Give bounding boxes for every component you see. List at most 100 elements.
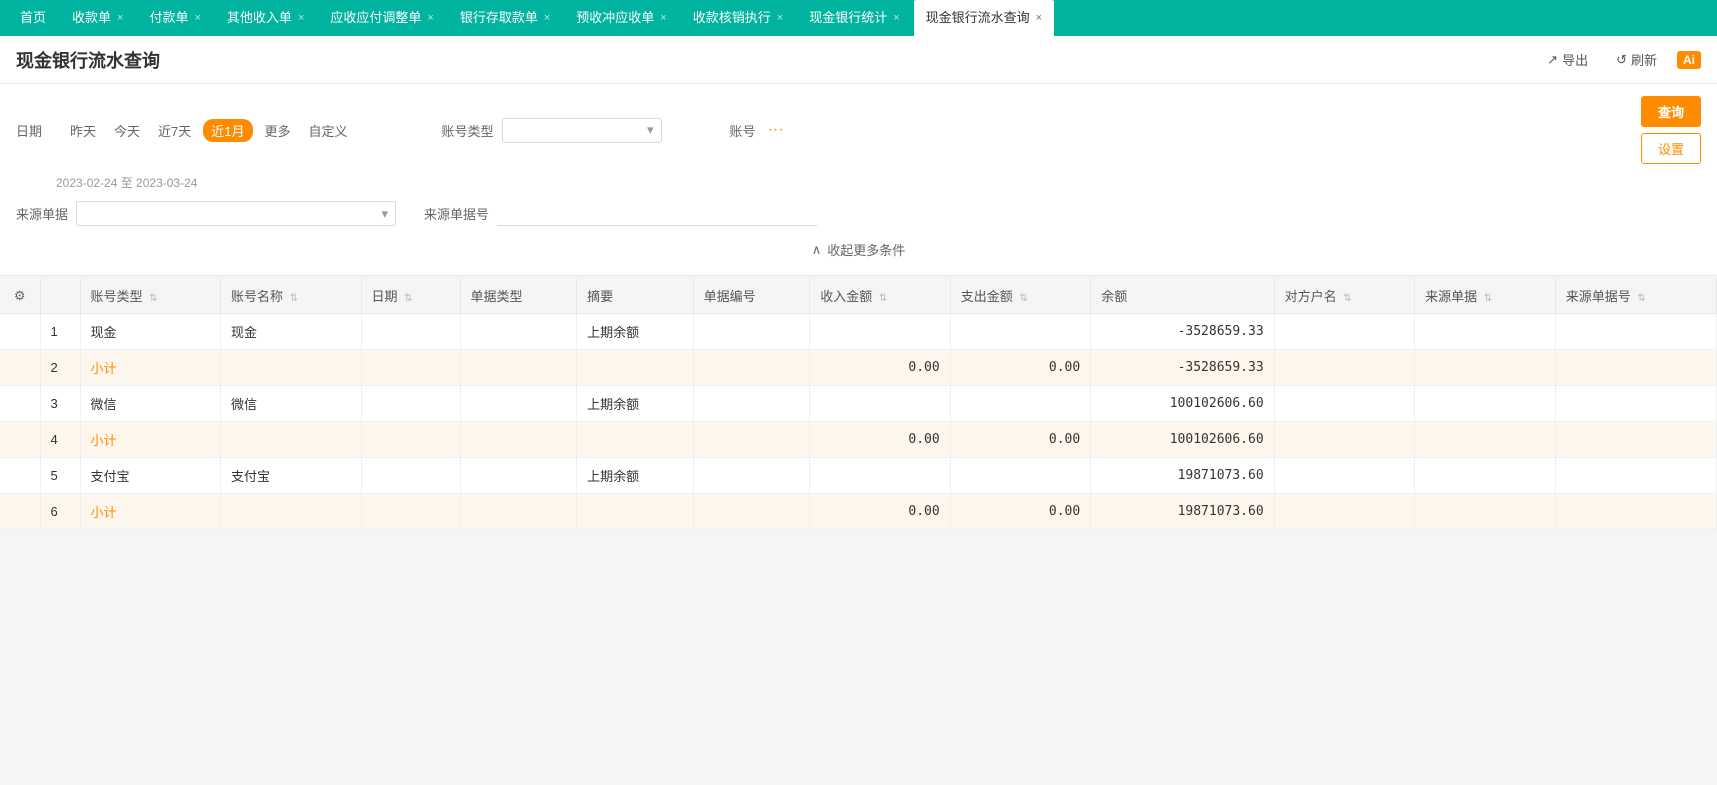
close-icon[interactable]: × [544,0,550,36]
close-icon[interactable]: × [660,0,666,36]
table-cell [950,314,1091,350]
th-balance: 余额 [1091,278,1274,314]
table-cell [460,386,577,422]
sort-icon[interactable]: ⇅ [1637,293,1645,304]
nav-tab-yinhang[interactable]: 银行存取款单 × [448,0,562,36]
account-no-label: 账号 [730,121,756,140]
table-cell [1274,494,1415,530]
table-cell [0,422,40,458]
table-cell: 上期余额 [577,458,694,494]
table-cell: 6 [40,494,80,530]
source-doc-select[interactable] [76,201,396,226]
table-cell [0,386,40,422]
table-cell [361,314,460,350]
th-source-doc-no: 来源单据号 ⇅ [1555,278,1716,314]
nav-tab-qitashouru[interactable]: 其他收入单 × [215,0,316,36]
table-cell [693,494,810,530]
table-cell [577,422,694,458]
nav-tab-yushou[interactable]: 预收冲应收单 × [564,0,678,36]
date-opt-7days[interactable]: 近7天 [152,119,197,142]
close-icon[interactable]: × [893,0,899,36]
date-range-text: 2023-02-24 至 2023-03-24 [56,176,197,190]
table-cell [460,494,577,530]
table-row[interactable]: 5支付宝支付宝上期余额19871073.60 [0,458,1717,494]
close-icon[interactable]: × [298,0,304,36]
table-cell: 上期余额 [577,314,694,350]
table-cell [0,458,40,494]
table-row[interactable]: 2小计0.000.00-3528659.33 [0,350,1717,386]
table-cell [693,422,810,458]
account-type-select[interactable] [502,118,662,143]
th-date: 日期 ⇅ [361,278,460,314]
setting-button[interactable]: 设置 [1641,133,1701,164]
table-row[interactable]: 6小计0.000.0019871073.60 [0,494,1717,530]
sort-icon[interactable]: ⇅ [879,293,887,304]
collapse-button[interactable]: ∧ 收起更多条件 [16,236,1701,263]
nav-tab-shoukuanhexiao[interactable]: 收款核销执行 × [681,0,795,36]
date-opt-today[interactable]: 今天 [108,119,146,142]
nav-home[interactable]: 首页 [8,0,58,36]
refresh-button[interactable]: ↺ 刷新 [1608,46,1665,73]
nav-tab-yingshouyingfu[interactable]: 应收应付调整单 × [318,0,445,36]
nav-tab-liushuichaxun[interactable]: 现金银行流水查询 × [914,0,1054,36]
th-doc-type: 单据类型 [460,278,577,314]
settings-icon[interactable]: ⚙ [14,288,26,303]
close-icon[interactable]: × [117,0,123,36]
sort-icon[interactable]: ⇅ [404,293,412,304]
table-cell [950,458,1091,494]
table-cell [1555,350,1716,386]
nav-tab-fukuan[interactable]: 付款单 × [137,0,212,36]
table-cell: 0.00 [810,350,951,386]
table-cell [1415,386,1556,422]
table-cell: 上期余额 [577,386,694,422]
table-cell [460,350,577,386]
account-type-label: 账号类型 [442,121,494,140]
sort-icon[interactable]: ⇅ [1343,293,1351,304]
table-cell: 100102606.60 [1091,386,1274,422]
account-no-dots[interactable]: ··· [764,121,788,139]
sort-icon[interactable]: ⇅ [290,293,298,304]
close-icon[interactable]: × [427,0,433,36]
table-cell: 小计 [80,422,221,458]
table-cell [460,314,577,350]
table-row[interactable]: 4小计0.000.00100102606.60 [0,422,1717,458]
table-cell: 现金 [80,314,221,350]
date-opt-custom[interactable]: 自定义 [303,119,354,142]
nav-tab-xianjintongji[interactable]: 现金银行统计 × [797,0,911,36]
table-cell [1555,386,1716,422]
close-icon[interactable]: × [1036,0,1042,36]
date-opt-1month[interactable]: 近1月 [203,119,252,142]
source-doc-no-input[interactable] [497,202,817,226]
date-opt-more[interactable]: 更多 [259,119,297,142]
ai-button[interactable]: Ai [1677,51,1701,69]
table-cell [460,458,577,494]
table-cell: 小计 [80,350,221,386]
close-icon[interactable]: × [194,0,200,36]
table-row[interactable]: 1现金现金上期余额-3528659.33 [0,314,1717,350]
th-doc-no: 单据编号 [693,278,810,314]
table-cell: 19871073.60 [1091,494,1274,530]
sort-icon[interactable]: ⇅ [149,293,157,304]
table-cell [693,350,810,386]
table-cell: 微信 [221,386,362,422]
table-cell [361,350,460,386]
date-opt-yesterday[interactable]: 昨天 [64,119,102,142]
nav-tab-shoukuan[interactable]: 收款单 × [60,0,135,36]
sort-icon[interactable]: ⇅ [1484,293,1492,304]
table-cell [1415,458,1556,494]
table-cell [810,458,951,494]
table-cell [1555,422,1716,458]
table-cell [1274,350,1415,386]
header-actions: ↗ 导出 ↺ 刷新 Ai [1539,46,1701,73]
close-icon[interactable]: × [777,0,783,36]
table-row[interactable]: 3微信微信上期余额100102606.60 [0,386,1717,422]
table-cell [1274,458,1415,494]
table-cell: 小计 [80,494,221,530]
chevron-up-icon: ∧ [812,242,822,258]
query-button[interactable]: 查询 [1641,96,1701,127]
export-button[interactable]: ↗ 导出 [1539,46,1596,73]
table-cell: 5 [40,458,80,494]
th-counterparty: 对方户名 ⇅ [1274,278,1415,314]
sort-icon[interactable]: ⇅ [1019,293,1027,304]
table-cell [577,494,694,530]
